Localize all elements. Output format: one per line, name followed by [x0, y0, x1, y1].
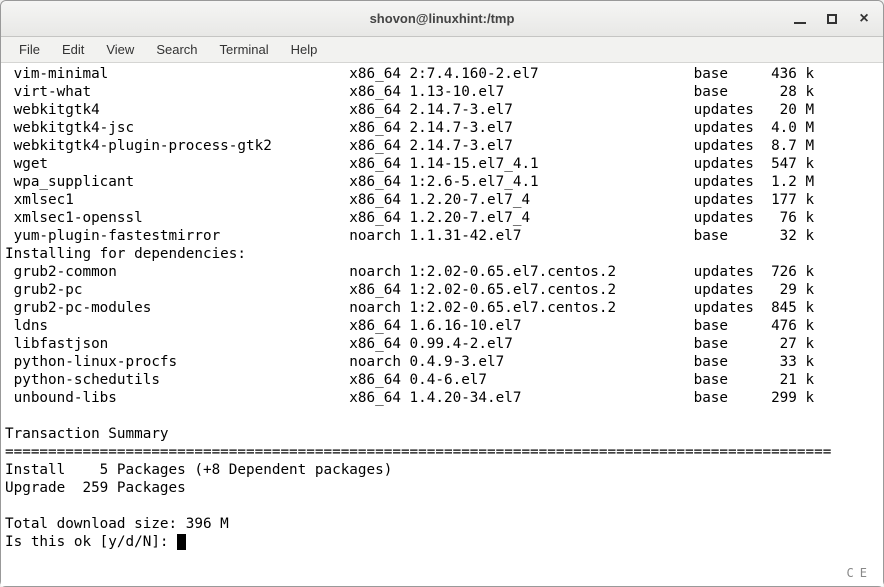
cursor	[177, 534, 186, 550]
close-icon: ×	[859, 11, 868, 27]
menu-help[interactable]: Help	[281, 39, 328, 60]
minimize-icon	[794, 22, 806, 24]
terminal-output[interactable]: vim-minimal x86_64 2:7.4.160-2.el7 base …	[1, 63, 883, 586]
titlebar: shovon@linuxhint:/tmp ×	[1, 1, 883, 37]
maximize-icon	[827, 14, 837, 24]
window-controls: ×	[791, 10, 873, 28]
prompt-text: Is this ok [y/d/N]:	[5, 534, 177, 550]
status-indicators: CE	[847, 564, 873, 582]
menu-terminal[interactable]: Terminal	[210, 39, 279, 60]
window-title: shovon@linuxhint:/tmp	[370, 11, 515, 26]
menu-file[interactable]: File	[9, 39, 50, 60]
terminal-window: shovon@linuxhint:/tmp × File Edit View S…	[0, 0, 884, 587]
menu-edit[interactable]: Edit	[52, 39, 94, 60]
menubar: File Edit View Search Terminal Help	[1, 37, 883, 63]
maximize-button[interactable]	[823, 10, 841, 28]
menu-search[interactable]: Search	[146, 39, 207, 60]
minimize-button[interactable]	[791, 10, 809, 28]
close-button[interactable]: ×	[855, 10, 873, 28]
menu-view[interactable]: View	[96, 39, 144, 60]
